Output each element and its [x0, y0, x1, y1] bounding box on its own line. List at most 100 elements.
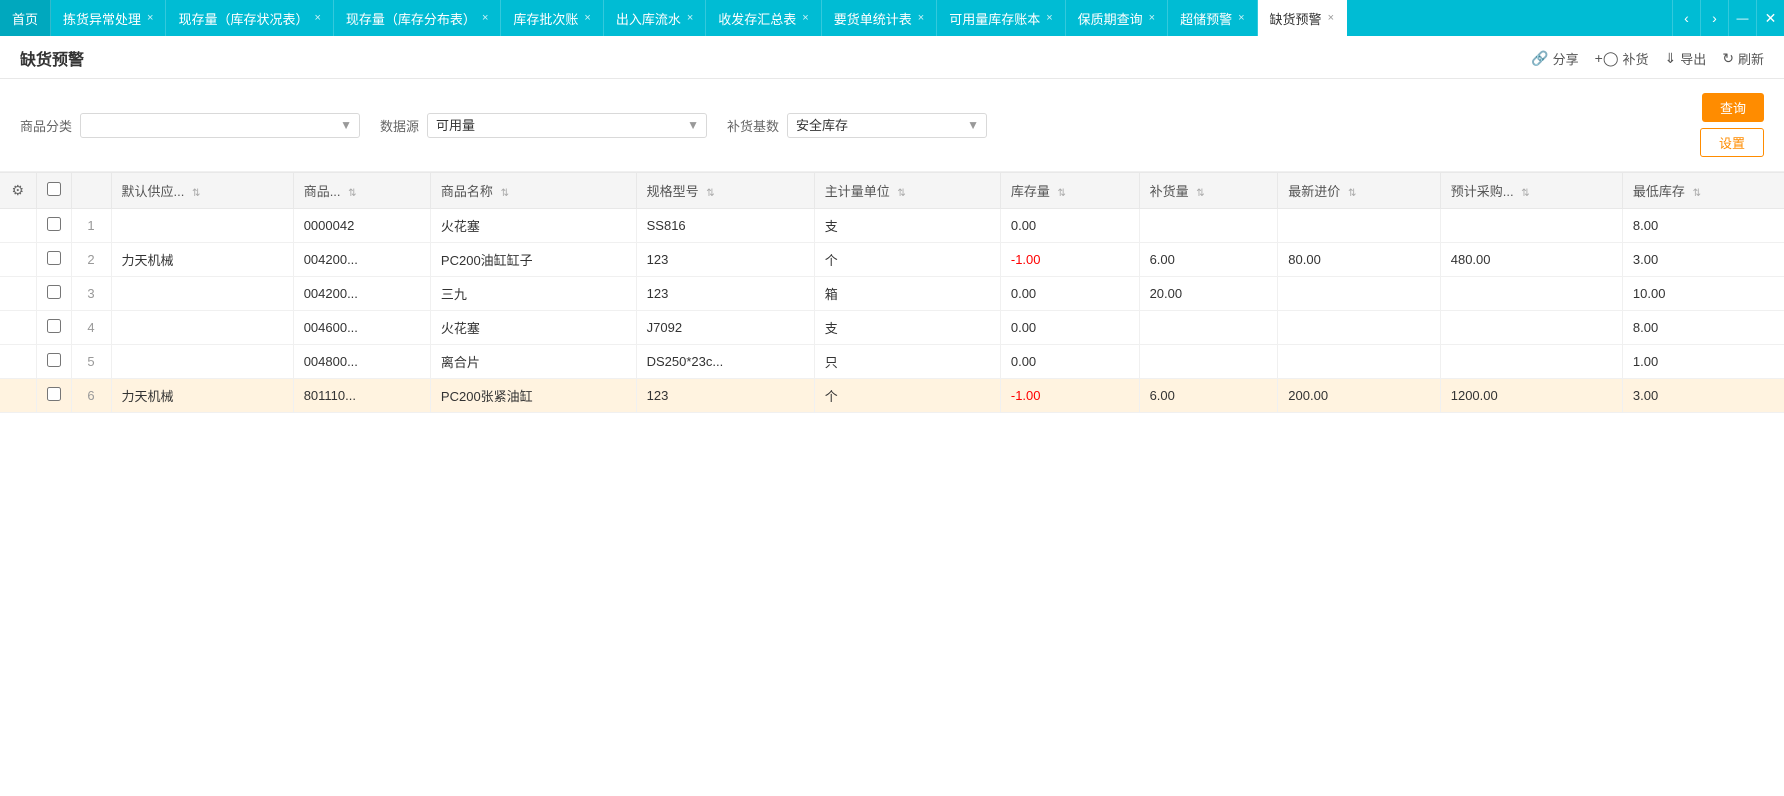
nav-prev-btn[interactable]: ‹	[1672, 0, 1700, 36]
query-button[interactable]: 查询	[1702, 93, 1764, 122]
row-checkbox-cell	[36, 379, 71, 413]
page-header: 缺货预警 🔗 分享 +◯ 补货 ⇓ 导出 ↻ 刷新	[0, 36, 1784, 79]
nav-tab-7[interactable]: 要货单统计表×	[822, 0, 937, 36]
nav-tab-close-6[interactable]: ×	[802, 12, 808, 24]
th-stock[interactable]: 库存量 ⇅	[1000, 173, 1139, 209]
row-num: 6	[71, 379, 111, 413]
nav-tab-4[interactable]: 库存批次账×	[501, 0, 603, 36]
nav-tab-6[interactable]: 收发存汇总表 ×	[706, 0, 821, 36]
row-est-purchase	[1440, 311, 1622, 345]
th-replenish-label: 补货量	[1150, 184, 1189, 199]
nav-tab-close-9[interactable]: ×	[1149, 12, 1155, 24]
row-est-purchase	[1440, 345, 1622, 379]
nav-tab-8[interactable]: 可用量库存账本 ×	[937, 0, 1065, 36]
th-supplier[interactable]: 默认供应... ⇅	[111, 173, 293, 209]
min-stock-sort-icon: ⇅	[1693, 188, 1701, 199]
nav-tab-9[interactable]: 保质期查询×	[1066, 0, 1168, 36]
th-stock-label: 库存量	[1011, 184, 1050, 199]
row-num: 5	[71, 345, 111, 379]
th-est-purchase-label: 预计采购...	[1451, 184, 1514, 199]
category-select[interactable]	[80, 113, 360, 138]
nav-tab-close-5[interactable]: ×	[687, 12, 693, 24]
nav-tab-10[interactable]: 超储预警×	[1168, 0, 1257, 36]
nav-arrows: ‹ › — ✕	[1672, 0, 1784, 36]
nav-tab-label-3: 现存量（库存分布表）	[346, 9, 476, 28]
nav-tab-close-7[interactable]: ×	[918, 12, 924, 24]
th-name[interactable]: 商品名称 ⇅	[430, 173, 636, 209]
export-btn[interactable]: ⇓ 导出	[1665, 49, 1707, 68]
replenish-btn[interactable]: +◯ 补货	[1595, 49, 1649, 68]
nav-tab-close-10[interactable]: ×	[1238, 12, 1244, 24]
row-code: 004200...	[293, 277, 430, 311]
row-spec: DS250*23c...	[636, 345, 814, 379]
nav-next-btn[interactable]: ›	[1700, 0, 1728, 36]
nav-tab-close-3[interactable]: ×	[482, 12, 488, 24]
nav-tab-close-1[interactable]: ×	[147, 12, 153, 24]
row-checkbox-5[interactable]	[47, 387, 61, 401]
th-latest-price-label: 最新进价	[1288, 184, 1340, 199]
row-unit: 支	[814, 209, 1000, 243]
row-supplier: 力天机械	[111, 379, 293, 413]
row-name: PC200张紧油缸	[430, 379, 636, 413]
datasource-select[interactable]: 可用量 库存量	[427, 113, 707, 138]
th-min-stock[interactable]: 最低库存 ⇅	[1622, 173, 1784, 209]
nav-tab-close-11[interactable]: ×	[1328, 12, 1334, 24]
replenish-base-select[interactable]: 安全库存 最低库存	[787, 113, 987, 138]
nav-tab-5[interactable]: 出入库流水×	[604, 0, 706, 36]
row-supplier	[111, 277, 293, 311]
row-checkbox-4[interactable]	[47, 353, 61, 367]
row-stock: -1.00	[1000, 243, 1139, 277]
nav-tab-11[interactable]: 缺货预警×	[1258, 0, 1347, 36]
table-row: 6力天机械801110...PC200张紧油缸123个-1.006.00200.…	[0, 379, 1784, 413]
row-gear-cell	[0, 345, 36, 379]
settings-button[interactable]: 设置	[1700, 128, 1764, 157]
th-replenish[interactable]: 补货量 ⇅	[1139, 173, 1278, 209]
nav-tabs-container: 首页拣货异常处理×现存量（库存状况表）×现存量（库存分布表）×库存批次账×出入库…	[0, 0, 1672, 36]
share-icon: 🔗	[1531, 50, 1548, 67]
replenish-base-filter-group: 补货基数 安全库存 最低库存 ▼	[727, 113, 987, 138]
select-all-checkbox[interactable]	[47, 182, 61, 196]
nav-close-btn[interactable]: ✕	[1756, 0, 1784, 36]
row-code: 004800...	[293, 345, 430, 379]
row-checkbox-cell	[36, 243, 71, 277]
row-spec: 123	[636, 379, 814, 413]
refresh-btn[interactable]: ↻ 刷新	[1722, 49, 1764, 68]
row-code: 801110...	[293, 379, 430, 413]
nav-tab-0[interactable]: 首页	[0, 0, 51, 36]
nav-tab-close-8[interactable]: ×	[1046, 12, 1052, 24]
row-latest-price	[1278, 277, 1440, 311]
th-code[interactable]: 商品... ⇅	[293, 173, 430, 209]
supplier-sort-icon: ⇅	[192, 188, 200, 199]
nav-tab-label-6: 收发存汇总表	[718, 9, 796, 28]
th-latest-price[interactable]: 最新进价 ⇅	[1278, 173, 1440, 209]
nav-tab-close-2[interactable]: ×	[314, 12, 320, 24]
name-sort-icon: ⇅	[501, 188, 509, 199]
row-checkbox-0[interactable]	[47, 217, 61, 231]
row-name: 离合片	[430, 345, 636, 379]
row-code: 004200...	[293, 243, 430, 277]
nav-tab-2[interactable]: 现存量（库存状况表）×	[166, 0, 333, 36]
row-replenish: 6.00	[1139, 379, 1278, 413]
gear-icon[interactable]: ⚙	[11, 182, 24, 198]
row-unit: 个	[814, 243, 1000, 277]
row-num: 1	[71, 209, 111, 243]
nav-tab-close-4[interactable]: ×	[584, 12, 590, 24]
page-title: 缺货预警	[20, 46, 84, 70]
nav-tab-3[interactable]: 现存量（库存分布表） ×	[334, 0, 501, 36]
th-unit[interactable]: 主计量单位 ⇅	[814, 173, 1000, 209]
row-checkbox-2[interactable]	[47, 285, 61, 299]
unit-sort-icon: ⇅	[897, 188, 905, 199]
row-latest-price: 80.00	[1278, 243, 1440, 277]
th-est-purchase[interactable]: 预计采购... ⇅	[1440, 173, 1622, 209]
th-spec[interactable]: 规格型号 ⇅	[636, 173, 814, 209]
row-latest-price	[1278, 209, 1440, 243]
share-btn[interactable]: 🔗 分享	[1531, 49, 1578, 68]
nav-tab-label-8: 可用量库存账本	[949, 9, 1040, 28]
row-checkbox-3[interactable]	[47, 319, 61, 333]
filter-actions: 查询 设置	[1700, 93, 1764, 157]
nav-tab-1[interactable]: 拣货异常处理×	[51, 0, 166, 36]
category-select-wrap: ▼	[80, 113, 360, 138]
row-est-purchase: 1200.00	[1440, 379, 1622, 413]
nav-minimize-btn[interactable]: —	[1728, 0, 1756, 36]
row-checkbox-1[interactable]	[47, 251, 61, 265]
